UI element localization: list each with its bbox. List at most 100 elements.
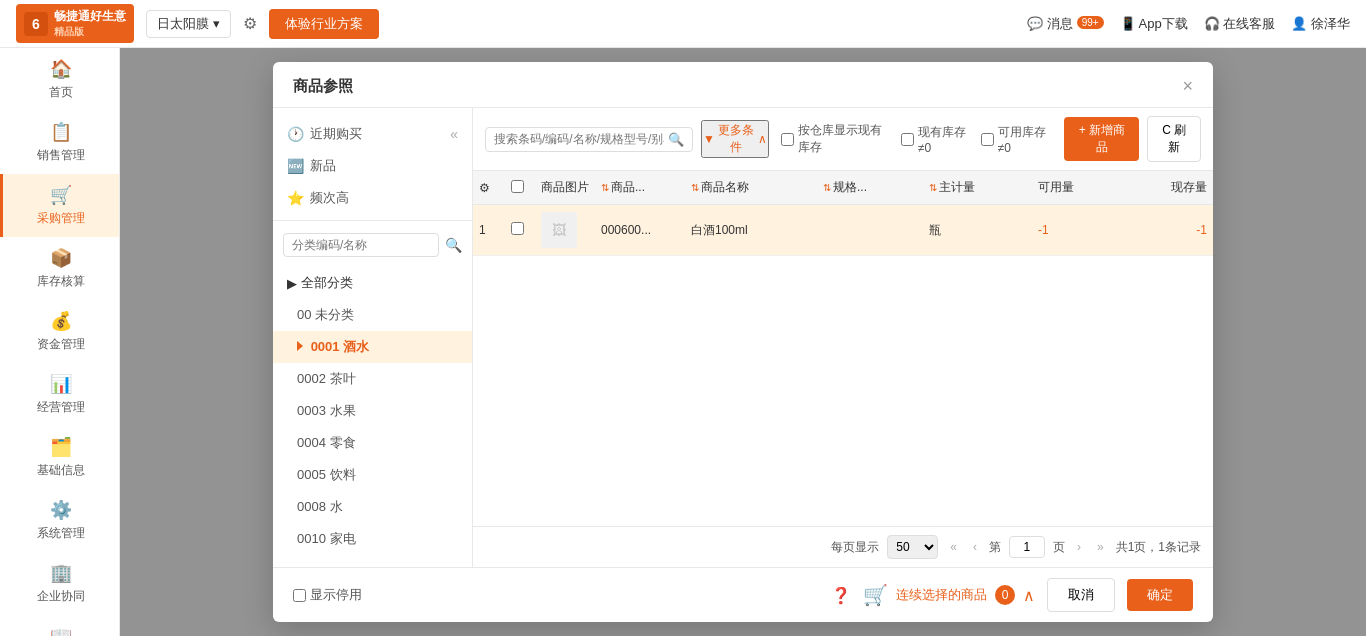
per-page-select[interactable]: 50 10 20 100 bbox=[887, 535, 938, 559]
sidebar-item-finance[interactable]: 💰 资金管理 bbox=[0, 300, 119, 363]
sidebar-item-guide[interactable]: 📖 新手引导 bbox=[0, 615, 119, 636]
category-0001[interactable]: 0001 酒水 bbox=[273, 331, 472, 363]
th-code[interactable]: ⇅ 商品... bbox=[595, 171, 685, 205]
modal-close-button[interactable]: × bbox=[1182, 76, 1193, 97]
th-spec[interactable]: ⇅ 规格... bbox=[817, 171, 923, 205]
all-category-item[interactable]: ▶ 全部分类 bbox=[273, 267, 472, 299]
th-unit[interactable]: ⇅ 主计量 bbox=[923, 171, 1032, 205]
stock-nonzero-checkbox[interactable]: 现有库存≠0 bbox=[901, 124, 969, 155]
select-all-checkbox[interactable] bbox=[511, 180, 524, 193]
more-filter-button[interactable]: ▼ 更多条件 ∧ bbox=[701, 120, 769, 158]
show-disabled-check[interactable] bbox=[293, 589, 306, 602]
sidebar-item-enterprise[interactable]: 🏢 企业协同 bbox=[0, 552, 119, 615]
freq-high-item[interactable]: ⭐ 频次高 bbox=[273, 182, 472, 214]
sidebar-item-sales[interactable]: 📋 销售管理 bbox=[0, 111, 119, 174]
category-00[interactable]: 00 未分类 bbox=[273, 299, 472, 331]
brand-subtitle: 精品版 bbox=[54, 25, 126, 39]
product-table: ⚙ 商品图片 ⇅ 商品... bbox=[473, 171, 1213, 256]
image-placeholder-icon: 🖼 bbox=[552, 222, 566, 238]
product-reference-modal: 商品参照 × 🕐 近期购买 « 🆕 新品 ⭐ 频次高 bbox=[273, 62, 1213, 622]
inventory-icon: 📦 bbox=[50, 247, 72, 269]
app-download-btn[interactable]: 📱 App下载 bbox=[1120, 15, 1188, 33]
td-stock: -1 bbox=[1122, 205, 1213, 256]
category-0002[interactable]: 0002 茶叶 bbox=[273, 363, 472, 395]
left-panel: 🕐 近期购买 « 🆕 新品 ⭐ 频次高 🔍 bbox=[273, 108, 473, 567]
sidebar-item-system[interactable]: ⚙️ 系统管理 bbox=[0, 489, 119, 552]
product-search-icon[interactable]: 🔍 bbox=[668, 132, 684, 147]
prev-page-button[interactable]: ‹ bbox=[969, 538, 981, 556]
new-product-item[interactable]: 🆕 新品 bbox=[273, 150, 472, 182]
star-icon: ⭐ bbox=[287, 190, 304, 206]
user-profile[interactable]: 👤 徐泽华 bbox=[1291, 15, 1350, 33]
th-name[interactable]: ⇅ 商品名称 bbox=[685, 171, 817, 205]
add-product-button[interactable]: + 新增商品 bbox=[1064, 117, 1139, 161]
td-available: -1 bbox=[1032, 205, 1123, 256]
modal-body: 🕐 近期购买 « 🆕 新品 ⭐ 频次高 🔍 bbox=[273, 108, 1213, 567]
first-page-button[interactable]: « bbox=[946, 538, 961, 556]
td-check[interactable] bbox=[505, 205, 535, 256]
row-checkbox[interactable] bbox=[511, 222, 524, 235]
sidebar-item-operation[interactable]: 📊 经营管理 bbox=[0, 363, 119, 426]
modal-header: 商品参照 × bbox=[273, 62, 1213, 108]
th-settings[interactable]: ⚙ bbox=[473, 171, 505, 205]
sidebar-item-inventory[interactable]: 📦 库存核算 bbox=[0, 237, 119, 300]
home-icon: 🏠 bbox=[50, 58, 72, 80]
category-0003[interactable]: 0003 水果 bbox=[273, 395, 472, 427]
store-selector[interactable]: 日太阳膜 ▾ bbox=[146, 10, 231, 38]
last-page-button[interactable]: » bbox=[1093, 538, 1108, 556]
basic-icon: 🗂️ bbox=[50, 436, 72, 458]
category-0010[interactable]: 0010 家电 bbox=[273, 523, 472, 555]
spec-sort: ⇅ 规格... bbox=[823, 179, 867, 196]
warehouse-stock-check[interactable] bbox=[781, 133, 794, 146]
toolbar: 🔍 ▼ 更多条件 ∧ 按仓库显示现有库存 现 bbox=[473, 108, 1213, 171]
message-btn[interactable]: 💬 消息 99+ bbox=[1027, 15, 1103, 33]
user-name: 徐泽华 bbox=[1311, 16, 1350, 31]
cancel-button[interactable]: 取消 bbox=[1047, 578, 1115, 612]
help-icon[interactable]: ❓ bbox=[831, 586, 851, 605]
cart-expand-icon[interactable]: ∧ bbox=[1023, 586, 1035, 605]
logo-area: 6 畅捷通好生意 精品版 bbox=[16, 4, 134, 43]
show-disabled-label: 显示停用 bbox=[310, 586, 362, 604]
freq-label: 频次高 bbox=[310, 189, 349, 207]
topnav-center: 日太阳膜 ▾ ⚙ 体验行业方案 bbox=[146, 9, 1015, 39]
table-row[interactable]: 1 🖼 000600... 白酒100ml 瓶 bbox=[473, 205, 1213, 256]
show-disabled-checkbox[interactable]: 显示停用 bbox=[293, 586, 362, 604]
sidebar-label-basic: 基础信息 bbox=[37, 462, 85, 479]
th-available: 可用量 bbox=[1032, 171, 1123, 205]
online-service-btn[interactable]: 🎧 在线客服 bbox=[1204, 15, 1276, 33]
recent-purchase-item[interactable]: 🕐 近期购买 « bbox=[273, 118, 472, 150]
sidebar-item-purchase[interactable]: 🛒 采购管理 bbox=[0, 174, 119, 237]
per-page-label: 每页显示 bbox=[831, 539, 879, 556]
collapse-icon[interactable]: « bbox=[450, 126, 458, 142]
sidebar-label-operation: 经营管理 bbox=[37, 399, 85, 416]
sidebar-item-basic[interactable]: 🗂️ 基础信息 bbox=[0, 426, 119, 489]
recent-label: 近期购买 bbox=[310, 125, 362, 143]
category-search-row: 🔍 bbox=[273, 227, 472, 263]
available-nonzero-check[interactable] bbox=[981, 133, 994, 146]
th-image: 商品图片 bbox=[535, 171, 595, 205]
filter-arrow-icon: ∧ bbox=[758, 132, 767, 146]
try-button[interactable]: 体验行业方案 bbox=[269, 9, 379, 39]
warehouse-stock-label: 按仓库显示现有库存 bbox=[798, 122, 889, 156]
available-nonzero-checkbox[interactable]: 可用库存≠0 bbox=[981, 124, 1049, 155]
divider bbox=[273, 220, 472, 221]
category-0008[interactable]: 0008 水 bbox=[273, 491, 472, 523]
category-search-icon[interactable]: 🔍 bbox=[445, 237, 462, 253]
sidebar-item-home[interactable]: 🏠 首页 bbox=[0, 48, 119, 111]
sidebar: 🏠 首页 📋 销售管理 🛒 采购管理 📦 库存核算 💰 资金管理 📊 经营管理 … bbox=[0, 48, 120, 636]
product-search-box: 🔍 bbox=[485, 127, 693, 152]
confirm-button[interactable]: 确定 bbox=[1127, 579, 1193, 611]
td-image: 🖼 bbox=[535, 205, 595, 256]
page-number-input[interactable] bbox=[1009, 536, 1045, 558]
product-search-input[interactable] bbox=[494, 132, 664, 146]
next-page-button[interactable]: › bbox=[1073, 538, 1085, 556]
category-0005[interactable]: 0005 饮料 bbox=[273, 459, 472, 491]
gear-icon[interactable]: ⚙ bbox=[243, 14, 257, 33]
new-icon: 🆕 bbox=[287, 158, 304, 174]
refresh-button[interactable]: C 刷新 bbox=[1147, 116, 1201, 162]
warehouse-stock-checkbox[interactable]: 按仓库显示现有库存 bbox=[781, 122, 889, 156]
category-0004[interactable]: 0004 零食 bbox=[273, 427, 472, 459]
stock-nonzero-check[interactable] bbox=[901, 133, 914, 146]
category-search-input[interactable] bbox=[283, 233, 439, 257]
td-spec bbox=[817, 205, 923, 256]
